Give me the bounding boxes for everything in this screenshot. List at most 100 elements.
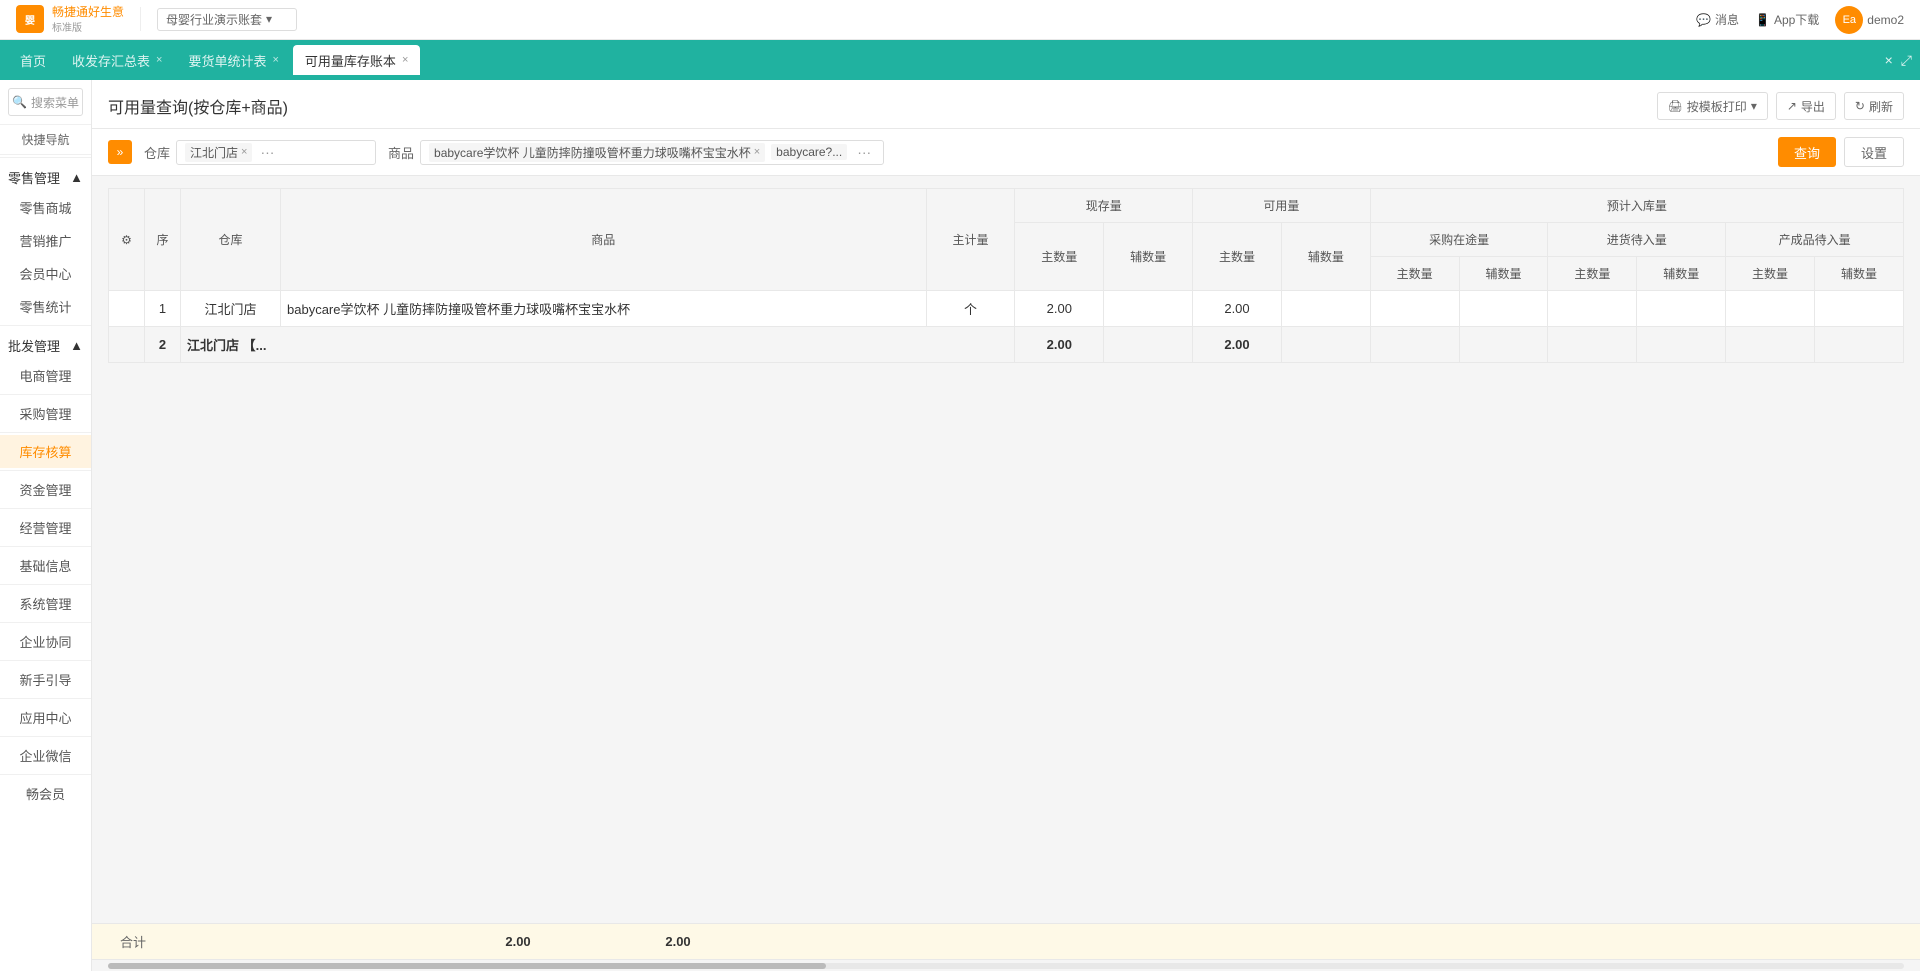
- sidebar-item-finance[interactable]: 资金管理: [0, 473, 91, 506]
- tab-order-stat[interactable]: 要货单统计表 ×: [176, 45, 290, 75]
- sidebar-item-changyuaner[interactable]: 畅会员: [0, 777, 91, 810]
- sidebar-item-quick-nav[interactable]: 快捷导航: [0, 125, 91, 155]
- cell-stock-aux: [1104, 291, 1193, 327]
- cell-unit: 个: [926, 291, 1015, 327]
- sidebar-item-ops[interactable]: 经营管理: [0, 511, 91, 544]
- refresh-icon: ↻: [1855, 99, 1865, 113]
- table-row: 1 江北门店 babycare学饮杯 儿童防摔防撞吸管杯重力球吸嘴杯宝宝水杯 个…: [109, 291, 1904, 327]
- sidebar-item-guide[interactable]: 新手引导: [0, 663, 91, 696]
- print-template-btn[interactable]: 🖨 按模板打印 ▾: [1657, 92, 1768, 120]
- logo-sub: 标准版: [52, 19, 124, 34]
- table-area[interactable]: ⚙ 序 仓库 商品 主计量: [92, 176, 1920, 923]
- cell-incoming-main: [1548, 291, 1637, 327]
- mobile-icon: 📱: [1755, 13, 1770, 27]
- remove-warehouse-tag[interactable]: ×: [241, 146, 247, 158]
- user-profile[interactable]: Ea demo2: [1835, 6, 1904, 34]
- cell-purchase-aux: [1459, 291, 1548, 327]
- chevron-down-icon-wholesale: ▲: [70, 338, 83, 353]
- sidebar-item-basic[interactable]: 基础信息: [0, 549, 91, 582]
- warehouse-filter-label: 仓库: [144, 143, 170, 162]
- close-tab-available-stock[interactable]: ×: [402, 54, 408, 66]
- close-window-btn[interactable]: ×: [1885, 52, 1893, 69]
- message-btn[interactable]: 💬 消息: [1696, 11, 1739, 28]
- th-purchase-group: 采购在途量: [1370, 223, 1548, 257]
- sidebar-item-purchase[interactable]: 采购管理: [0, 397, 91, 430]
- subtotal-row: 2 江北门店 【... 2.00 2.00: [109, 327, 1904, 363]
- cell-available-main: 2.00: [1193, 291, 1282, 327]
- cell-stock-main: 2.00: [1015, 291, 1104, 327]
- close-tab-order-stat[interactable]: ×: [272, 54, 278, 66]
- th-no: 序: [145, 189, 181, 291]
- data-table: ⚙ 序 仓库 商品 主计量: [108, 188, 1904, 363]
- th-available-aux: 辅数量: [1281, 223, 1370, 291]
- main-layout: 🔍 搜索菜单 快捷导航 零售管理 ▲ 零售商城 营销推广 会员中心 零售统计 批…: [0, 80, 1920, 971]
- th-warehouse: 仓库: [181, 189, 281, 291]
- sidebar-group-retail: 零售管理 ▲ 零售商城 营销推广 会员中心 零售统计: [0, 160, 91, 323]
- th-available-group: 可用量: [1193, 189, 1371, 223]
- warehouse-tag-container[interactable]: 江北门店 × ···: [176, 140, 376, 165]
- subtotal-no: 2: [145, 327, 181, 363]
- tab-receivable[interactable]: 收发存汇总表 ×: [60, 45, 174, 75]
- product-more-btn[interactable]: ···: [853, 144, 875, 160]
- th-forecast-group: 预计入库量: [1370, 189, 1903, 223]
- sidebar-item-stock[interactable]: 库存核算: [0, 435, 91, 468]
- table-footer: 合计 2.00 2.00: [92, 923, 1920, 959]
- th-purchase-aux: 辅数量: [1459, 257, 1548, 291]
- th-production-aux: 辅数量: [1814, 257, 1903, 291]
- th-stock-group: 现存量: [1015, 189, 1193, 223]
- query-btn[interactable]: 查询: [1778, 137, 1836, 167]
- warehouse-more-btn[interactable]: ···: [256, 144, 278, 160]
- export-btn[interactable]: ↗ 导出: [1776, 92, 1836, 120]
- cell-production-aux: [1814, 291, 1903, 327]
- cell-warehouse: 江北门店: [181, 291, 281, 327]
- cell-gear: [109, 291, 145, 327]
- sidebar-item-retail-stats[interactable]: 零售统计: [0, 290, 91, 323]
- top-bar-right: 💬 消息 📱 App下载 Ea demo2: [1696, 6, 1904, 34]
- industry-selector[interactable]: 母婴行业演示账套 ▾: [157, 8, 297, 31]
- table-scrollbar-area: [92, 959, 1920, 971]
- close-tab-receivable[interactable]: ×: [156, 54, 162, 66]
- tab-available-stock[interactable]: 可用量库存账本 ×: [293, 45, 420, 75]
- subtotal-production-main: [1726, 327, 1815, 363]
- sidebar: 🔍 搜索菜单 快捷导航 零售管理 ▲ 零售商城 营销推广 会员中心 零售统计 批…: [0, 80, 92, 971]
- sidebar-item-system[interactable]: 系统管理: [0, 587, 91, 620]
- sidebar-item-appstore[interactable]: 应用中心: [0, 701, 91, 734]
- th-production-group: 产成品待入量: [1726, 223, 1904, 257]
- setting-btn[interactable]: 设置: [1844, 137, 1904, 167]
- refresh-btn[interactable]: ↻ 刷新: [1844, 92, 1904, 120]
- search-menu-btn[interactable]: 🔍 搜索菜单: [8, 88, 83, 116]
- sidebar-item-collab[interactable]: 企业协同: [0, 625, 91, 658]
- sidebar-group-wholesale-header[interactable]: 批发管理 ▲: [0, 328, 91, 359]
- tab-home[interactable]: 首页: [8, 45, 58, 75]
- th-stock-aux: 辅数量: [1104, 223, 1193, 291]
- sidebar-item-wechat[interactable]: 企业微信: [0, 739, 91, 772]
- app-download-btn[interactable]: 📱 App下载: [1755, 11, 1819, 28]
- subtotal-incoming-aux: [1637, 327, 1726, 363]
- table-scrollbar-thumb[interactable]: [108, 963, 826, 969]
- th-product: 商品: [281, 189, 927, 291]
- top-bar: 婴 畅捷通好生意 标准版 母婴行业演示账套 ▾ 💬 消息 📱 App下载 Ea …: [0, 0, 1920, 40]
- sidebar-group-wholesale: 批发管理 ▲ 电商管理: [0, 328, 91, 392]
- sidebar-item-member-center[interactable]: 会员中心: [0, 257, 91, 290]
- footer-label: 合计: [108, 932, 158, 951]
- filter-expand-btn[interactable]: »: [108, 140, 132, 164]
- sidebar-item-retail-mall[interactable]: 零售商城: [0, 191, 91, 224]
- subtotal-warehouse: 江北门店 【...: [181, 327, 1015, 363]
- th-gear[interactable]: ⚙: [109, 189, 145, 291]
- cell-product: babycare学饮杯 儿童防摔防撞吸管杯重力球吸嘴杯宝宝水杯: [281, 291, 927, 327]
- sidebar-item-ecommerce[interactable]: 电商管理: [0, 359, 91, 392]
- table-scrollbar-track[interactable]: [108, 963, 1904, 969]
- remove-product-tag-1[interactable]: ×: [754, 146, 760, 158]
- search-icon: 🔍: [12, 95, 27, 109]
- warehouse-tag-jiangbei: 江北门店 ×: [185, 143, 252, 162]
- maximize-window-btn[interactable]: ⤢: [1901, 52, 1912, 69]
- chevron-up-icon: ▲: [70, 170, 83, 185]
- product-tag-container[interactable]: babycare学饮杯 儿童防摔防撞吸管杯重力球吸嘴杯宝宝水杯 × babyca…: [420, 140, 884, 165]
- nav-tabs: 首页 收发存汇总表 × 要货单统计表 × 可用量库存账本 × × ⤢: [0, 40, 1920, 80]
- sidebar-group-retail-header[interactable]: 零售管理 ▲: [0, 160, 91, 191]
- filter-actions: 查询 设置: [1778, 137, 1904, 167]
- sidebar-item-marketing[interactable]: 营销推广: [0, 224, 91, 257]
- page-header: 可用量查询(按仓库+商品) 🖨 按模板打印 ▾ ↗ 导出 ↻ 刷新: [92, 80, 1920, 129]
- product-filter-label: 商品: [388, 143, 414, 162]
- th-incoming-main: 主数量: [1548, 257, 1637, 291]
